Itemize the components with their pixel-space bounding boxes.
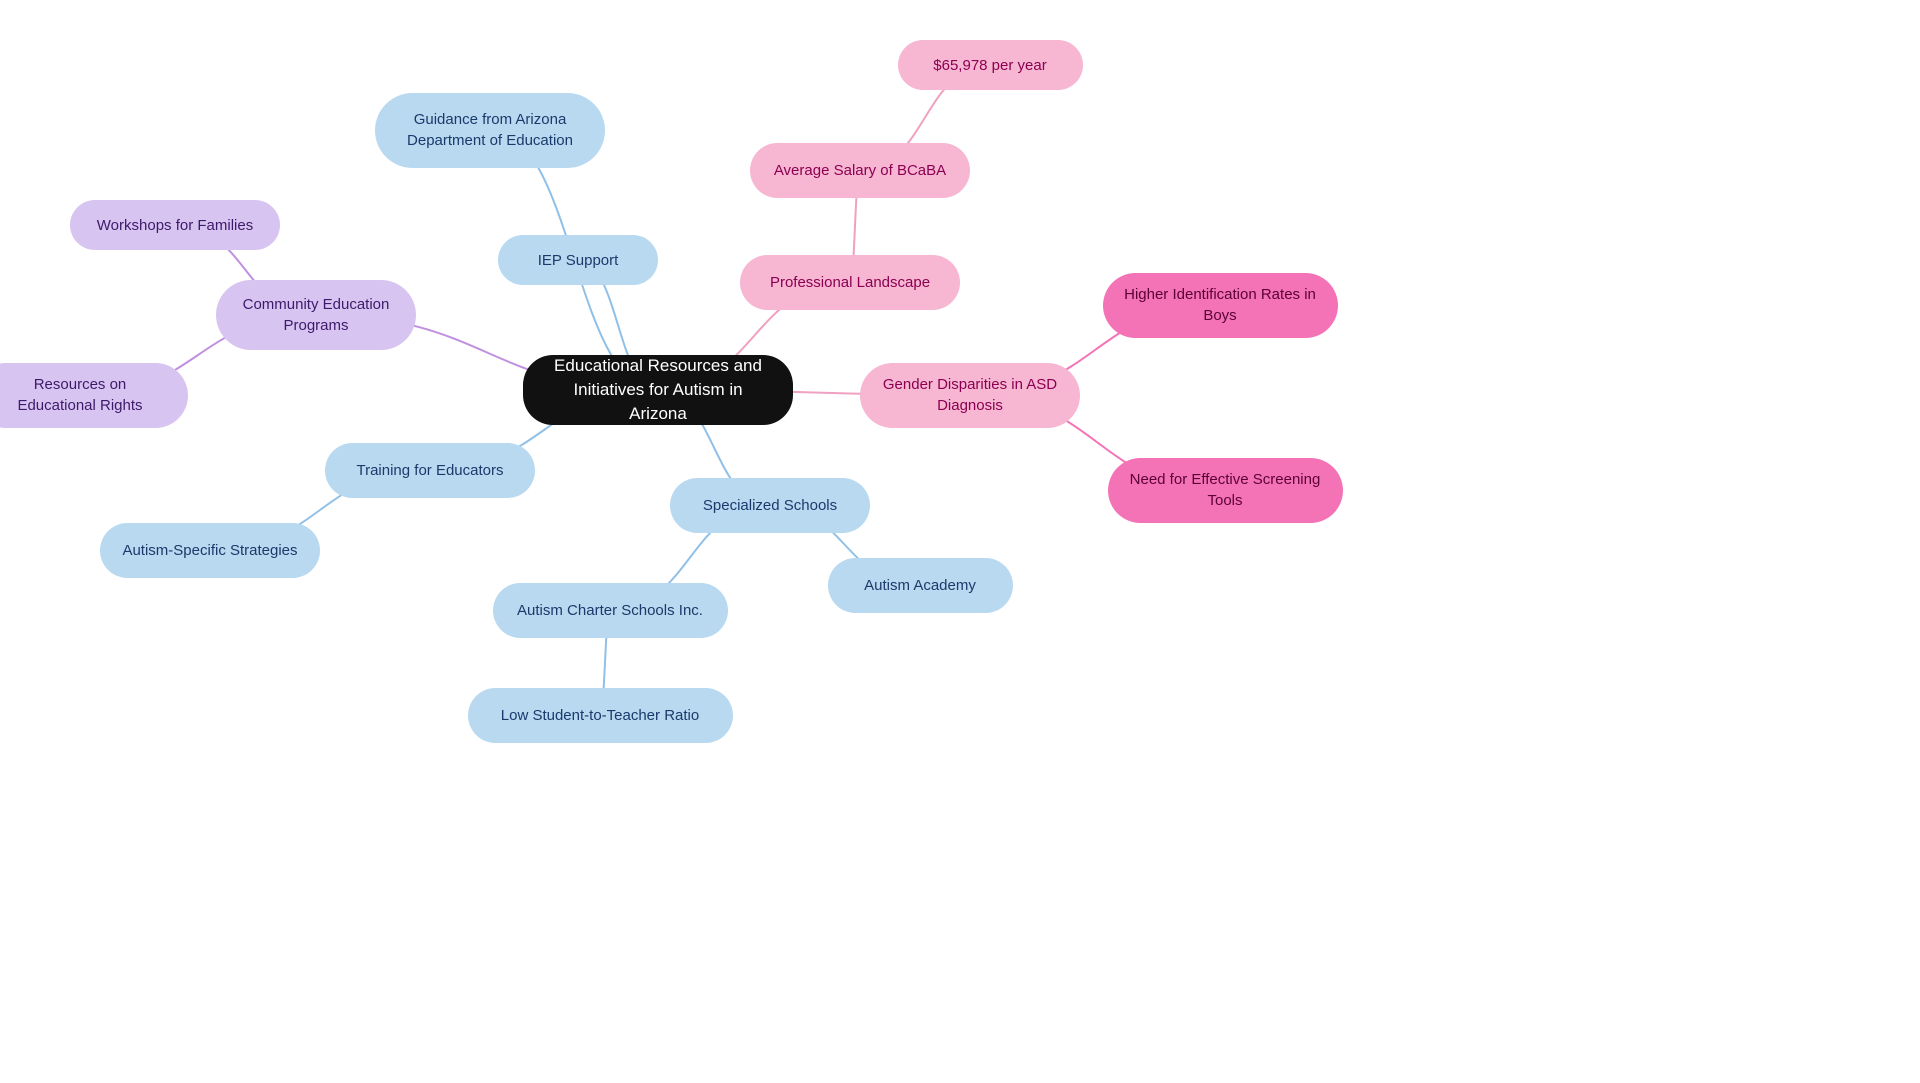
- guidance-label: Guidance from Arizona Department of Educ…: [395, 109, 585, 151]
- salary-amount-node[interactable]: $65,978 per year: [898, 40, 1083, 90]
- center-label: Educational Resources and Initiatives fo…: [547, 354, 769, 425]
- avg-salary-label: Average Salary of BCaBA: [774, 160, 946, 181]
- strategies-label: Autism-Specific Strategies: [122, 540, 297, 561]
- training-label: Training for Educators: [356, 460, 503, 481]
- academy-node[interactable]: Autism Academy: [828, 558, 1013, 613]
- professional-label: Professional Landscape: [770, 272, 930, 293]
- low-ratio-node[interactable]: Low Student-to-Teacher Ratio: [468, 688, 733, 743]
- specialized-label: Specialized Schools: [703, 495, 837, 516]
- charter-label: Autism Charter Schools Inc.: [517, 600, 703, 621]
- higher-id-label: Higher Identification Rates in Boys: [1123, 284, 1318, 326]
- charter-node[interactable]: Autism Charter Schools Inc.: [493, 583, 728, 638]
- center-node[interactable]: Educational Resources and Initiatives fo…: [523, 355, 793, 425]
- workshops-node[interactable]: Workshops for Families: [70, 200, 280, 250]
- higher-id-node[interactable]: Higher Identification Rates in Boys: [1103, 273, 1338, 338]
- screening-label: Need for Effective Screening Tools: [1128, 469, 1323, 511]
- guidance-node[interactable]: Guidance from Arizona Department of Educ…: [375, 93, 605, 168]
- workshops-label: Workshops for Families: [97, 215, 253, 236]
- ed-rights-label: Resources on Educational Rights: [0, 374, 168, 416]
- training-node[interactable]: Training for Educators: [325, 443, 535, 498]
- avg-salary-node[interactable]: Average Salary of BCaBA: [750, 143, 970, 198]
- iep-node[interactable]: IEP Support: [498, 235, 658, 285]
- professional-node[interactable]: Professional Landscape: [740, 255, 960, 310]
- gender-label: Gender Disparities in ASD Diagnosis: [880, 374, 1060, 416]
- salary-amount-label: $65,978 per year: [933, 55, 1046, 76]
- community-label: Community Education Programs: [236, 294, 396, 336]
- gender-node[interactable]: Gender Disparities in ASD Diagnosis: [860, 363, 1080, 428]
- strategies-node[interactable]: Autism-Specific Strategies: [100, 523, 320, 578]
- low-ratio-label: Low Student-to-Teacher Ratio: [501, 705, 699, 726]
- iep-label: IEP Support: [538, 250, 619, 271]
- screening-node[interactable]: Need for Effective Screening Tools: [1108, 458, 1343, 523]
- ed-rights-node[interactable]: Resources on Educational Rights: [0, 363, 188, 428]
- academy-label: Autism Academy: [864, 575, 976, 596]
- specialized-node[interactable]: Specialized Schools: [670, 478, 870, 533]
- community-node[interactable]: Community Education Programs: [216, 280, 416, 350]
